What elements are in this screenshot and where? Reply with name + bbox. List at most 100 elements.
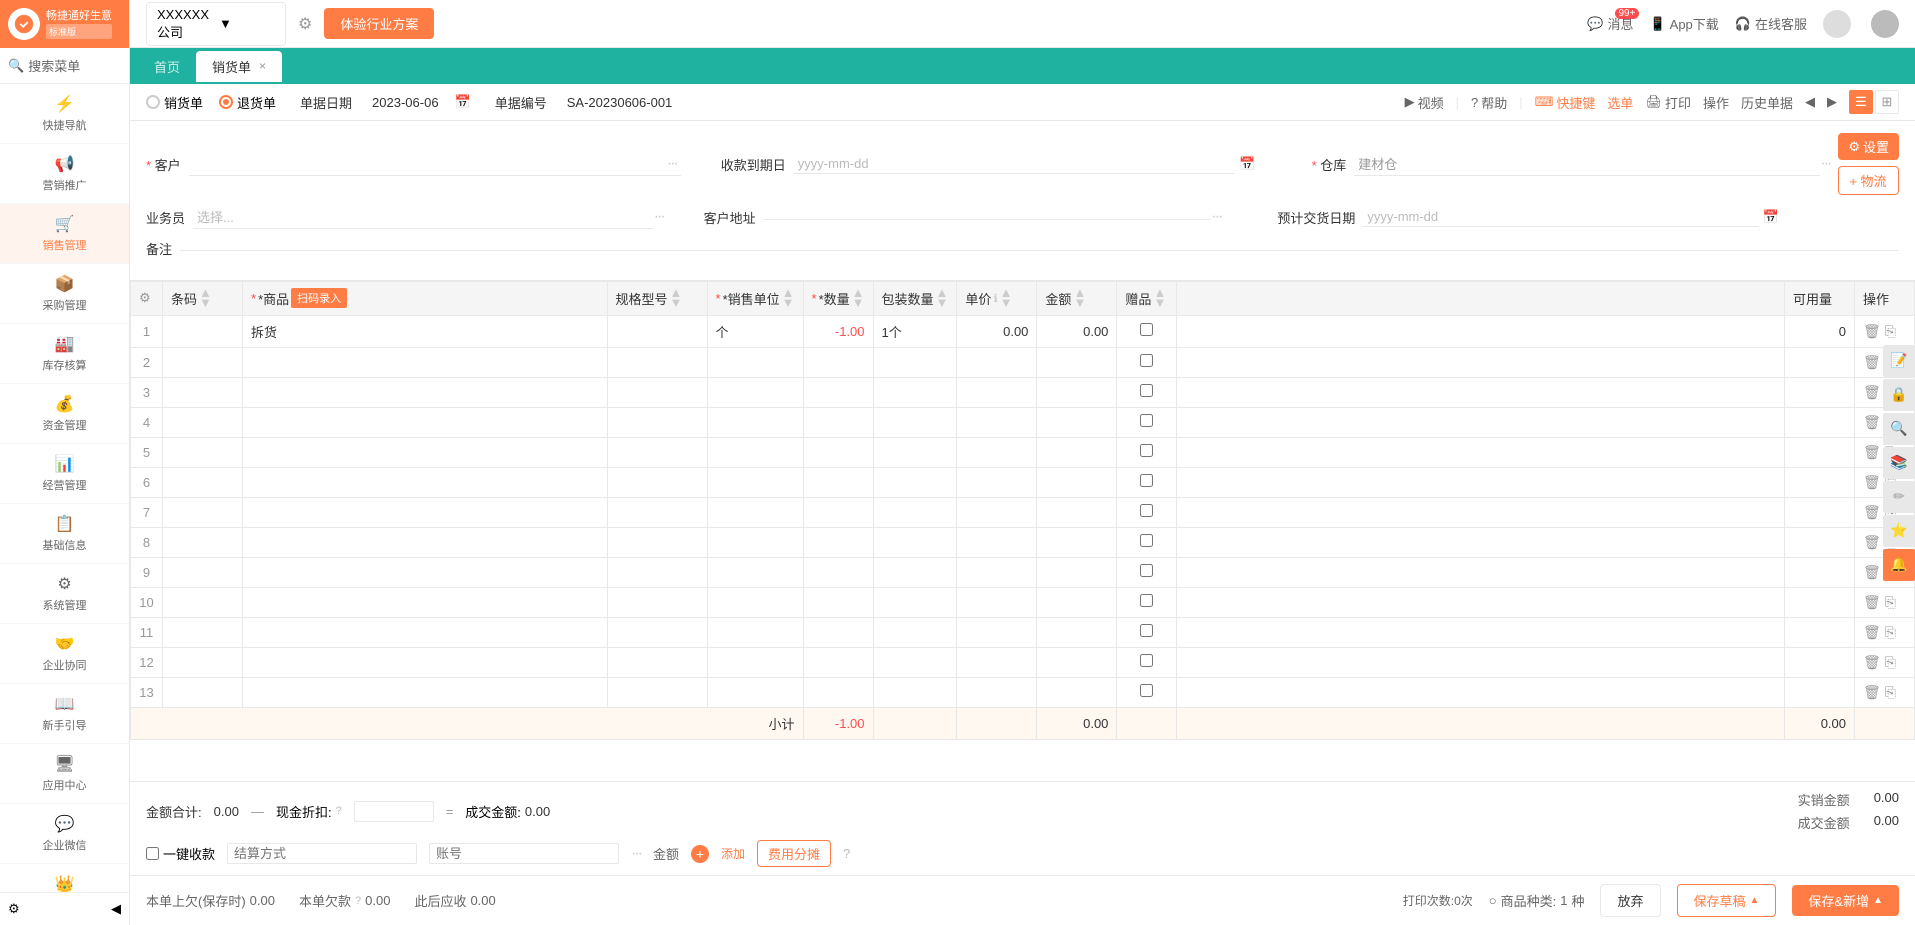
radio-sales[interactable]: 销货单 [146,93,203,112]
row-barcode-4[interactable] [163,407,243,437]
tab-home[interactable]: 首页 [138,51,196,82]
row-amount-5[interactable] [1037,437,1117,467]
select-btn[interactable]: 选单 [1607,93,1633,112]
one-click-pay-checkbox[interactable] [146,847,159,860]
row-amount-8[interactable] [1037,527,1117,557]
sidebar-item-quick[interactable]: ⚡ 快捷导航 [0,84,129,144]
sidebar-item-sales[interactable]: 🛒 销售管理 [0,204,129,264]
row-unit-3[interactable] [707,377,803,407]
row-barcode-7[interactable] [163,497,243,527]
logistics-btn[interactable]: + 物流 [1838,166,1899,195]
row-amount-2[interactable] [1037,347,1117,377]
row-amount-12[interactable] [1037,647,1117,677]
sidebar-item-operations[interactable]: 📊 经营管理 [0,444,129,504]
row-spec-6[interactable] [607,467,707,497]
row-pack-7[interactable] [873,497,957,527]
sidebar-item-inventory[interactable]: 🏭 库存核算 [0,324,129,384]
customer-addr-input[interactable] [764,215,1212,220]
row-product-6[interactable] [243,467,608,497]
save-new-button[interactable]: 保存&新增 ▲ [1792,885,1899,916]
row-gift-2[interactable] [1117,347,1177,377]
float-btn-7[interactable]: 🔔 [1883,549,1915,581]
row-pack-12[interactable] [873,647,957,677]
row-pack-9[interactable] [873,557,957,587]
row-barcode-12[interactable] [163,647,243,677]
row-price-13[interactable] [957,677,1037,707]
row-product-11[interactable] [243,617,608,647]
row-amount-9[interactable] [1037,557,1117,587]
row-product-1[interactable]: 拆货 [243,315,608,347]
row-unit-2[interactable] [707,347,803,377]
app-download-btn[interactable]: 📱 App下载 [1649,14,1718,33]
row-barcode-11[interactable] [163,617,243,647]
row-spec-11[interactable] [607,617,707,647]
row-barcode-3[interactable] [163,377,243,407]
row-barcode-2[interactable] [163,347,243,377]
row-barcode-13[interactable] [163,677,243,707]
row-pack-3[interactable] [873,377,957,407]
row-pack-1[interactable]: 1个 [873,315,957,347]
copy-btn-1[interactable]: ⎘ [1885,323,1896,340]
row-price-9[interactable] [957,557,1037,587]
float-btn-5[interactable]: ✏ [1883,481,1915,513]
row-amount-11[interactable] [1037,617,1117,647]
row-qty-3[interactable] [803,377,873,407]
row-barcode-8[interactable] [163,527,243,557]
row-gift-1[interactable] [1117,315,1177,347]
scan-button[interactable]: 扫码录入 [291,288,347,308]
sidebar-item-purchase[interactable]: 📦 采购管理 [0,264,129,324]
settings-side-btn[interactable]: ⚙ 设置 [1838,133,1899,160]
delete-btn-2[interactable]: 🗑 [1863,354,1881,371]
delete-btn-13[interactable]: 🗑 [1863,684,1881,701]
delete-btn-1[interactable]: 🗑 [1863,323,1881,340]
delete-btn-4[interactable]: 🗑 [1863,414,1881,431]
discount-input[interactable] [354,801,434,822]
row-spec-7[interactable] [607,497,707,527]
row-qty-11[interactable] [803,617,873,647]
account-input[interactable] [429,843,619,864]
row-amount-1[interactable]: 0.00 [1037,315,1117,347]
goods-type[interactable]: ○ 商品种类: 1 种 [1489,891,1585,910]
row-gift-8[interactable] [1117,527,1177,557]
row-gift-13[interactable] [1117,677,1177,707]
expected-date-calendar[interactable]: 📅 [1763,209,1779,225]
customer-input[interactable]: ··· [189,153,681,176]
row-product-10[interactable] [243,587,608,617]
tab-sales[interactable]: 销货单 × [196,51,282,82]
company-select[interactable]: XXXXXX公司 ▼ [146,2,286,46]
row-price-10[interactable] [957,587,1037,617]
row-pack-11[interactable] [873,617,957,647]
grid-view-btn[interactable]: ⊞ [1875,90,1899,114]
row-qty-1[interactable]: -1.00 [803,315,873,347]
row-gift-3[interactable] [1117,377,1177,407]
row-unit-13[interactable] [707,677,803,707]
row-unit-10[interactable] [707,587,803,617]
history-btn[interactable]: 历史单据 [1741,93,1793,112]
sidebar-item-appstore[interactable]: 🖥 应用中心 [0,744,129,804]
row-gift-6[interactable] [1117,467,1177,497]
row-qty-9[interactable] [803,557,873,587]
row-qty-7[interactable] [803,497,873,527]
discard-button[interactable]: 放弃 [1600,884,1660,917]
row-barcode-10[interactable] [163,587,243,617]
row-product-13[interactable] [243,677,608,707]
row-price-8[interactable] [957,527,1037,557]
row-product-12[interactable] [243,647,608,677]
shortcut-btn[interactable]: ⌨ 快捷键 [1535,93,1596,112]
sidebar-item-collab[interactable]: 🤝 企业协同 [0,624,129,684]
note-input[interactable] [180,246,1899,251]
row-gift-7[interactable] [1117,497,1177,527]
fee-split-btn[interactable]: 费用分摊 [757,840,831,867]
row-pack-10[interactable] [873,587,957,617]
row-spec-5[interactable] [607,437,707,467]
row-product-2[interactable] [243,347,608,377]
settings-btn[interactable]: ⚙ [298,14,312,34]
row-qty-8[interactable] [803,527,873,557]
row-spec-10[interactable] [607,587,707,617]
delete-btn-5[interactable]: 🗑 [1863,444,1881,461]
delete-btn-10[interactable]: 🗑 [1863,594,1881,611]
row-gift-9[interactable] [1117,557,1177,587]
row-amount-3[interactable] [1037,377,1117,407]
row-product-4[interactable] [243,407,608,437]
row-spec-12[interactable] [607,647,707,677]
